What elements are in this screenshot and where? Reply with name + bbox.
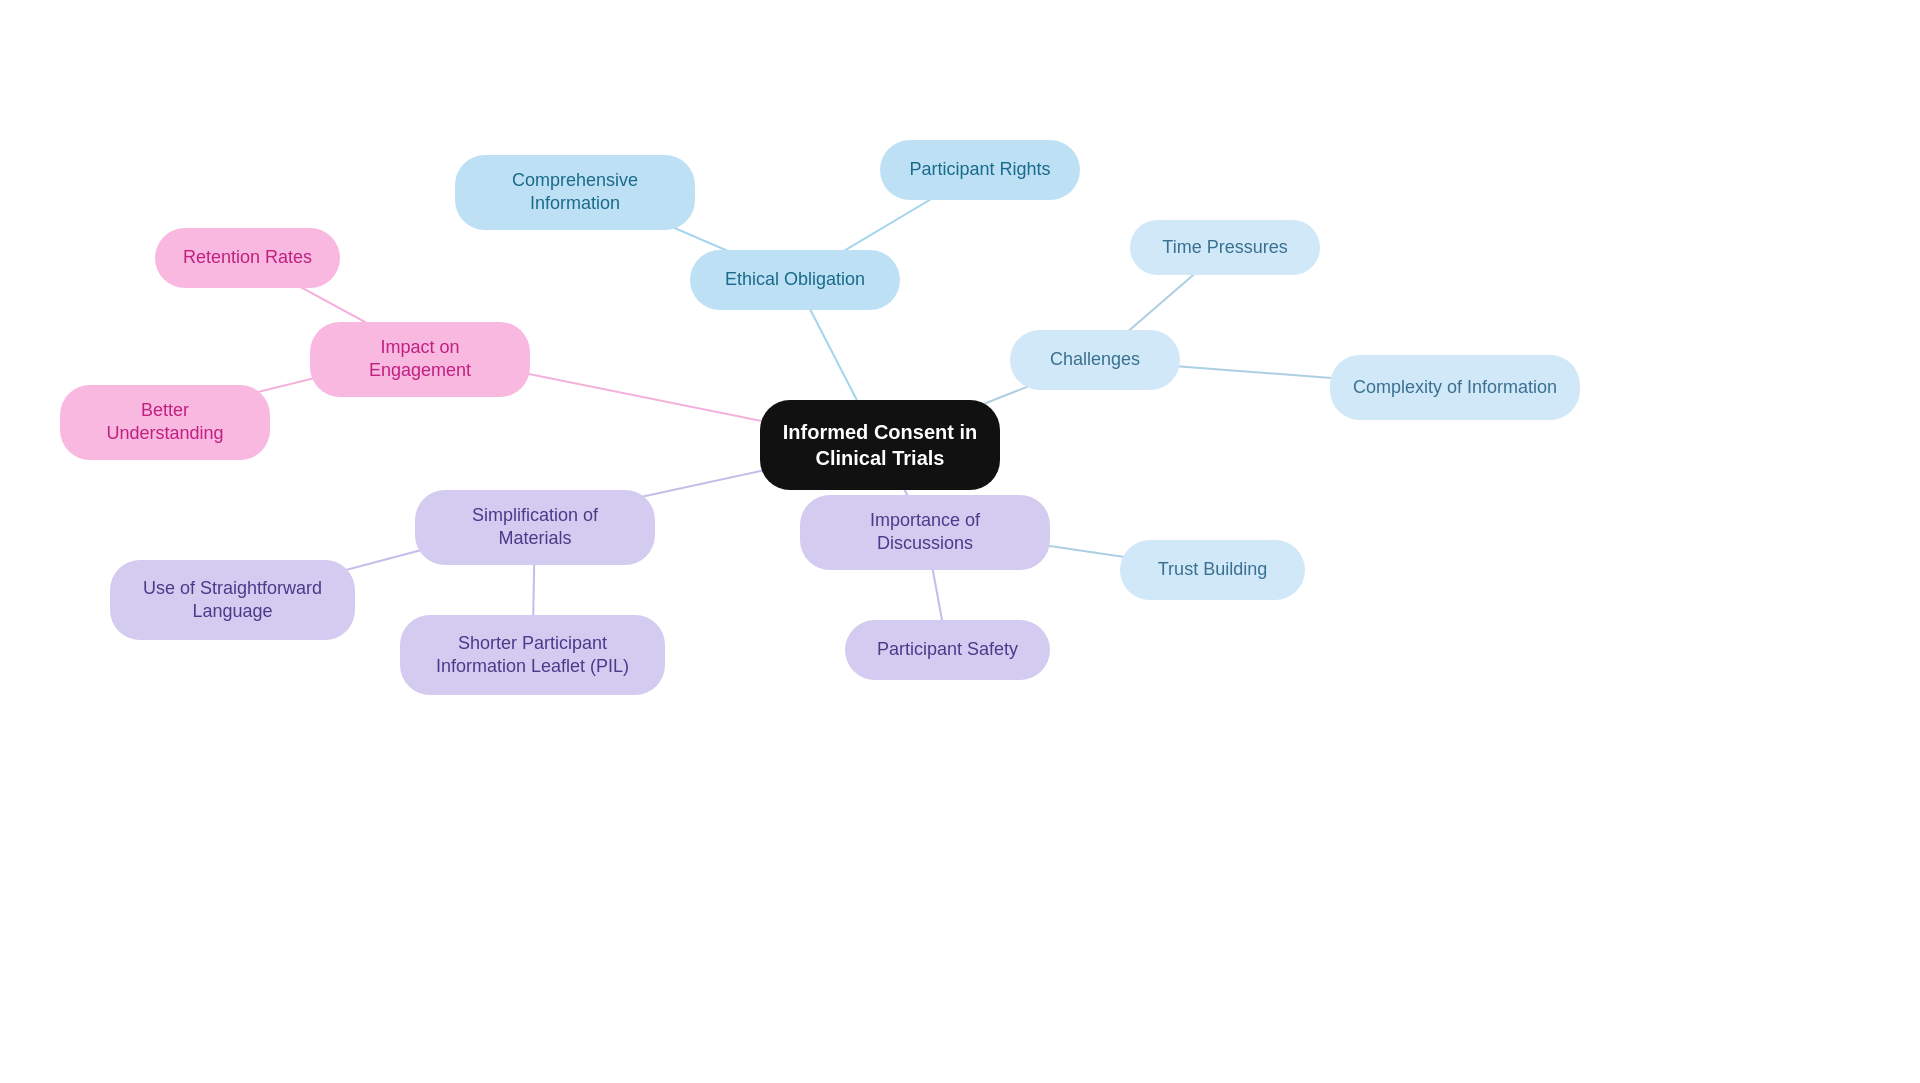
node-center: Informed Consent in Clinical Trials (760, 400, 1000, 490)
node-importance-of-discussions: Importance of Discussions (800, 495, 1050, 570)
node-time-pressures: Time Pressures (1130, 220, 1320, 275)
node-use-of-straightforward-language: Use of Straightforward Language (110, 560, 355, 640)
node-better-understanding: Better Understanding (60, 385, 270, 460)
node-participant-rights: Participant Rights (880, 140, 1080, 200)
node-comprehensive-information: Comprehensive Information (455, 155, 695, 230)
node-trust-building: Trust Building (1120, 540, 1305, 600)
node-challenges: Challenges (1010, 330, 1180, 390)
node-impact-on-engagement: Impact on Engagement (310, 322, 530, 397)
mindmap-container: Informed Consent in Clinical Trials Ethic… (0, 0, 1920, 1083)
node-participant-safety: Participant Safety (845, 620, 1050, 680)
node-shorter-pil: Shorter Participant Information Leaflet … (400, 615, 665, 695)
node-complexity-of-information: Complexity of Information (1330, 355, 1580, 420)
node-simplification-of-materials: Simplification of Materials (415, 490, 655, 565)
node-ethical-obligation: Ethical Obligation (690, 250, 900, 310)
node-retention-rates: Retention Rates (155, 228, 340, 288)
